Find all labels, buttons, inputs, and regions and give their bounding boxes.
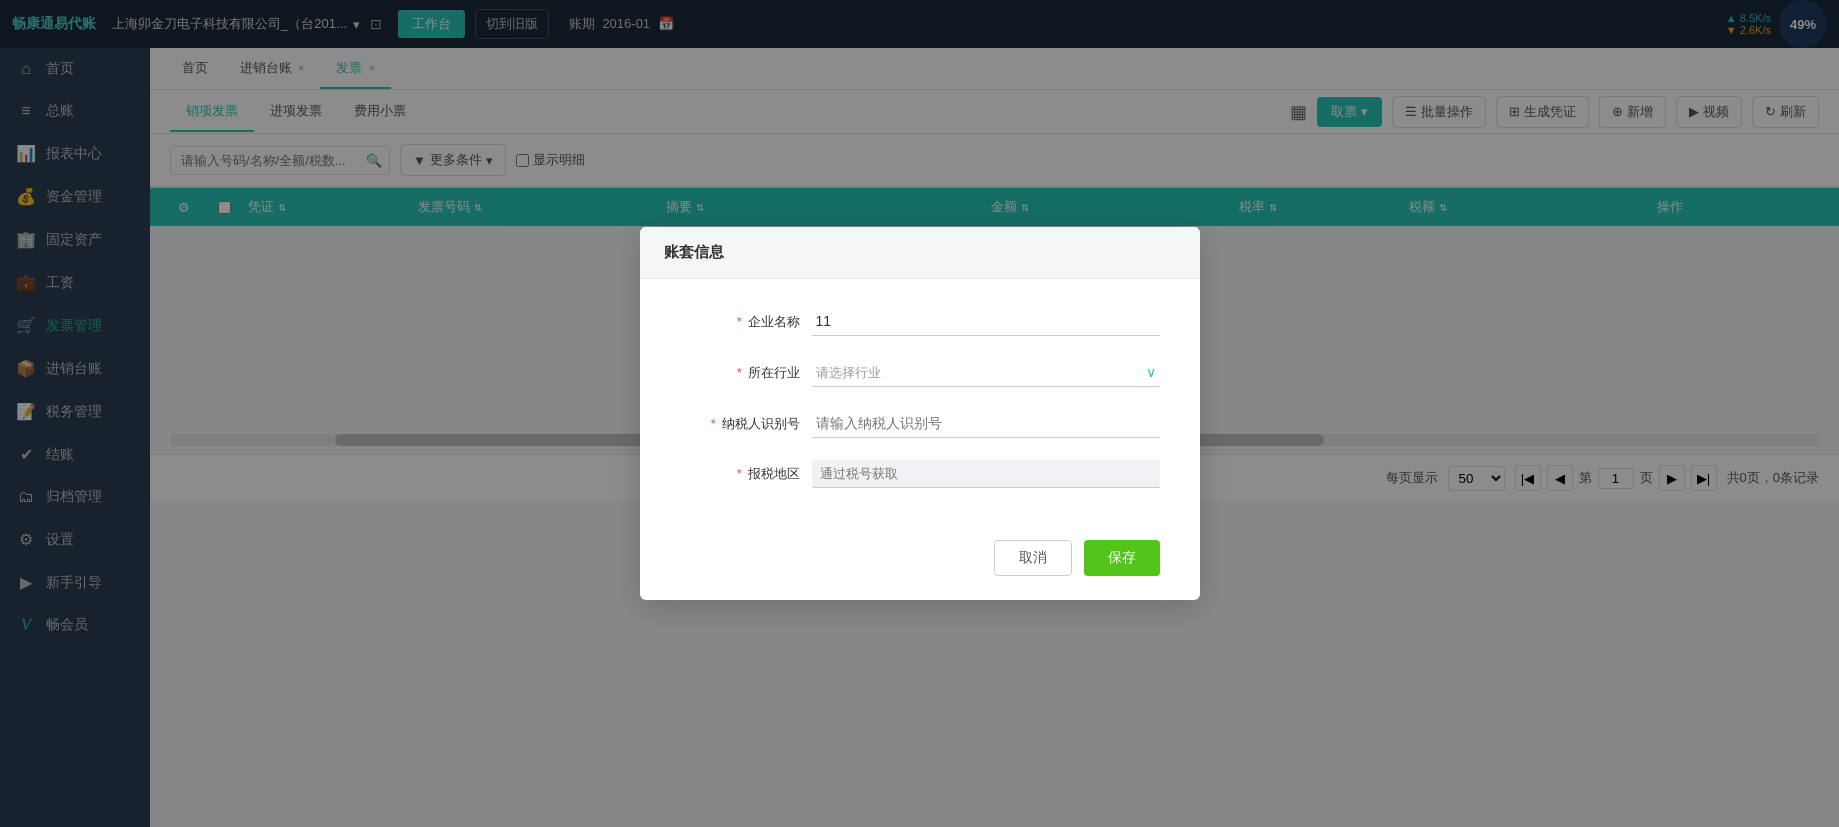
- form-row-industry: * 所在行业 请选择行业 ∨: [680, 358, 1160, 387]
- tax-region-input: [812, 460, 1160, 488]
- modal-title: 账套信息: [640, 227, 1200, 279]
- tax-id-input[interactable]: [812, 409, 1160, 438]
- required-star: *: [737, 314, 742, 329]
- modal-footer: 取消 保存: [640, 530, 1200, 600]
- required-star: *: [737, 466, 742, 481]
- required-star: *: [711, 416, 716, 431]
- tax-region-label: * 报税地区: [680, 465, 800, 483]
- form-row-tax-id: * 纳税人识别号: [680, 409, 1160, 438]
- industry-label: * 所在行业: [680, 364, 800, 382]
- industry-select-wrapper[interactable]: 请选择行业 ∨: [812, 358, 1160, 387]
- form-row-company-name: * 企业名称: [680, 307, 1160, 336]
- account-info-modal: 账套信息 * 企业名称 * 所在行业 请选择行业: [640, 227, 1200, 600]
- required-star: *: [737, 365, 742, 380]
- company-name-input[interactable]: [812, 307, 1160, 336]
- industry-select[interactable]: 请选择行业: [816, 365, 1146, 380]
- company-name-label: * 企业名称: [680, 313, 800, 331]
- modal-body: * 企业名称 * 所在行业 请选择行业 ∨: [640, 279, 1200, 530]
- cancel-button[interactable]: 取消: [994, 540, 1072, 576]
- form-row-tax-region: * 报税地区: [680, 460, 1160, 488]
- save-button[interactable]: 保存: [1084, 540, 1160, 576]
- chevron-down-icon: ∨: [1146, 364, 1156, 380]
- modal-overlay: 账套信息 * 企业名称 * 所在行业 请选择行业: [0, 0, 1839, 827]
- tax-id-label: * 纳税人识别号: [680, 415, 800, 433]
